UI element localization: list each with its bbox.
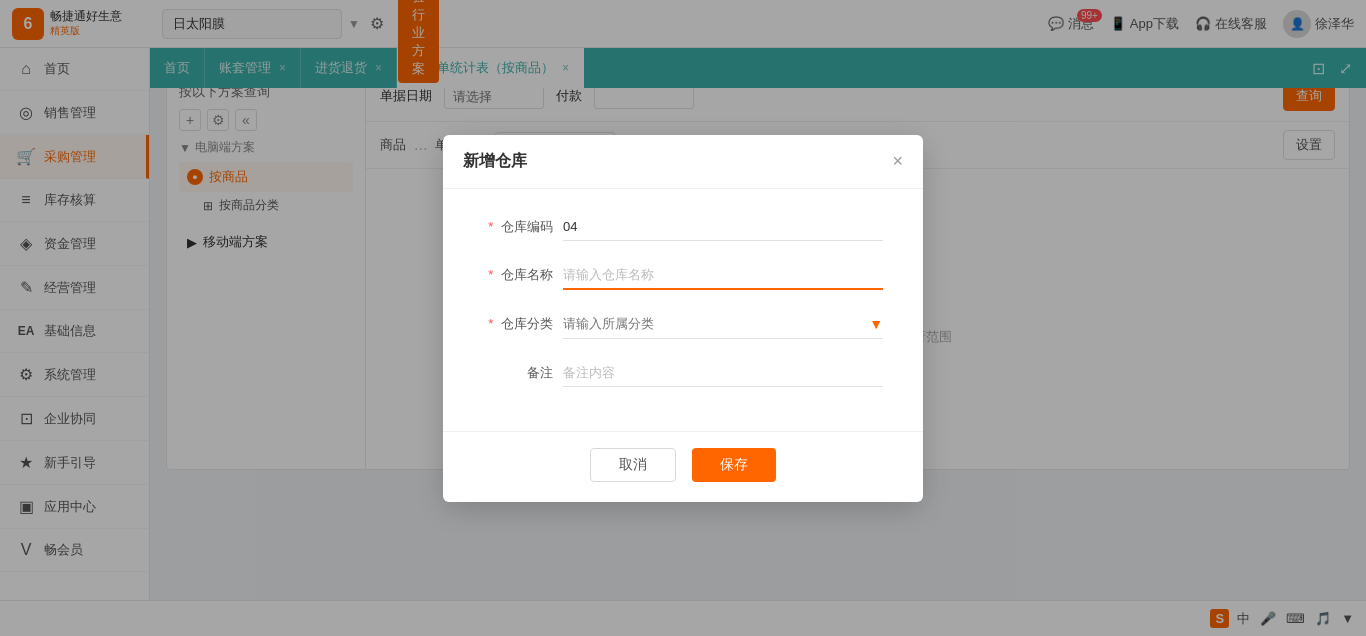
category-input[interactable] bbox=[563, 316, 869, 331]
form-row-category: * 仓库分类 ▼ bbox=[483, 310, 883, 339]
modal-header: 新增仓库 × bbox=[443, 135, 923, 189]
add-warehouse-modal: 新增仓库 × * 仓库编码 * 仓库名称 bbox=[443, 135, 923, 487]
name-input[interactable] bbox=[563, 261, 883, 290]
remark-input[interactable] bbox=[563, 359, 883, 387]
category-label: * 仓库分类 bbox=[483, 315, 563, 333]
required-star-code: * bbox=[488, 219, 493, 234]
category-select[interactable]: ▼ bbox=[563, 310, 883, 339]
form-row-code: * 仓库编码 bbox=[483, 213, 883, 241]
modal-footer: 取消 保存 bbox=[443, 431, 923, 487]
code-label: * 仓库编码 bbox=[483, 218, 563, 236]
name-label: * 仓库名称 bbox=[483, 266, 563, 284]
modal-overlay[interactable]: 新增仓库 × * 仓库编码 * 仓库名称 bbox=[0, 0, 1366, 486]
required-star-name: * bbox=[488, 267, 493, 282]
form-row-name: * 仓库名称 bbox=[483, 261, 883, 290]
modal-close-button[interactable]: × bbox=[892, 151, 903, 172]
category-arrow-icon: ▼ bbox=[869, 316, 883, 332]
modal-body: * 仓库编码 * 仓库名称 * 仓库分类 bbox=[443, 189, 923, 431]
code-input[interactable] bbox=[563, 213, 883, 241]
modal-title: 新增仓库 bbox=[463, 151, 527, 172]
save-button[interactable]: 保存 bbox=[692, 448, 776, 482]
cancel-button[interactable]: 取消 bbox=[590, 448, 676, 482]
required-star-category: * bbox=[488, 316, 493, 331]
form-row-remark: 备注 bbox=[483, 359, 883, 387]
remark-label: 备注 bbox=[483, 364, 563, 382]
